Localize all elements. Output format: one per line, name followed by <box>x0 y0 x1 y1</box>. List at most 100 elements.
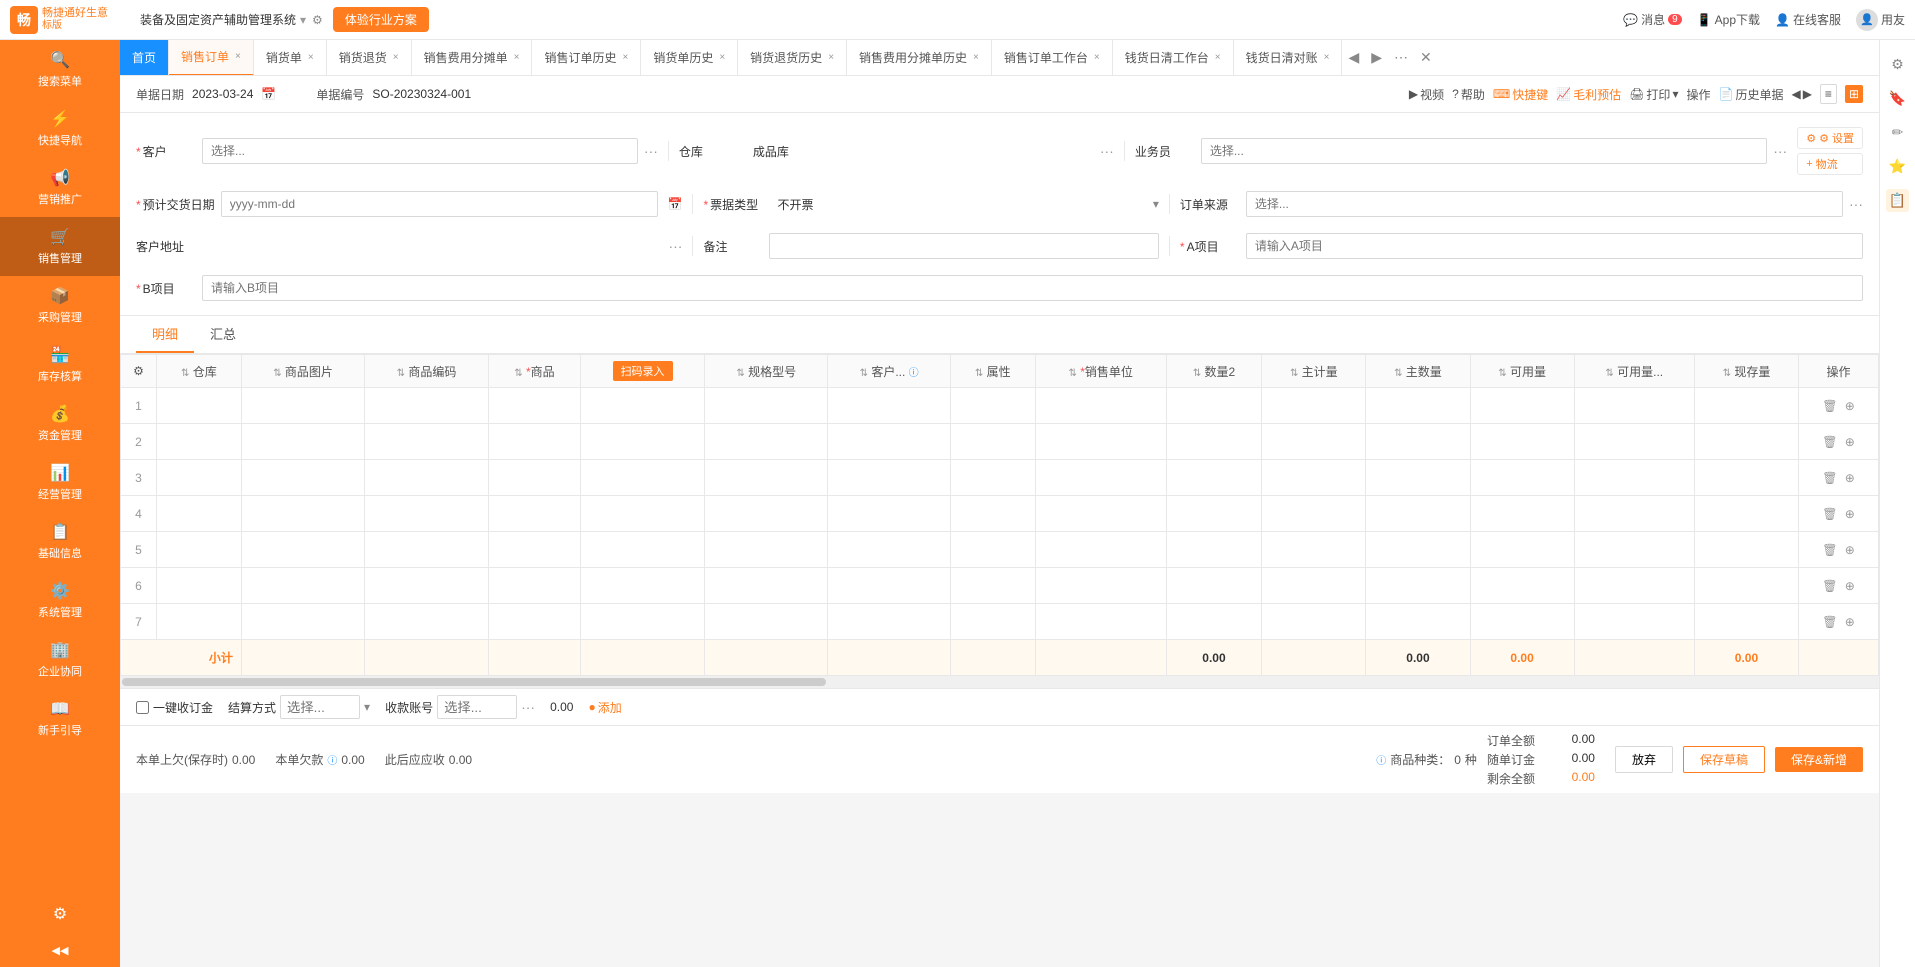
calendar-icon[interactable]: 📅 <box>261 87 276 101</box>
row-3-copy-icon[interactable]: ⊕ <box>1845 471 1855 485</box>
tab-expense-split[interactable]: 销售费用分摊单 × <box>412 40 533 76</box>
tab-close-expense-split[interactable]: × <box>514 52 520 63</box>
address-more-btn[interactable]: ··· <box>668 238 682 254</box>
row-2-delete-icon[interactable]: 🗑 <box>1822 435 1837 449</box>
row-2-qty2[interactable] <box>1166 424 1262 460</box>
right-panel-btn-4[interactable]: ⭐ <box>1884 152 1912 180</box>
sidebar-item-sales[interactable]: 🛒 销售管理 <box>0 217 120 276</box>
discard-button[interactable]: 放弃 <box>1615 746 1673 773</box>
invoice-dropdown-icon[interactable]: ▾ <box>1153 197 1159 211</box>
tab-close-sales-refund[interactable]: × <box>393 52 399 63</box>
message-item[interactable]: 💬 消息 9 <box>1623 11 1682 28</box>
save-draft-button[interactable]: 保存草稿 <box>1683 746 1765 773</box>
tab-close-order-workbench[interactable]: × <box>1094 52 1100 63</box>
horizontal-scrollbar[interactable] <box>120 676 1879 688</box>
row-2-code[interactable] <box>365 424 488 460</box>
user-item[interactable]: 👤 用友 <box>1856 9 1905 31</box>
view-btn[interactable]: ▶ 视频 <box>1409 86 1444 103</box>
sidebar-item-inventory[interactable]: 🏪 库存核算 <box>0 335 120 394</box>
sidebar-item-guide[interactable]: 📖 新手引导 <box>0 689 120 748</box>
account-input[interactable] <box>437 695 517 719</box>
profit-btn[interactable]: 📈 毛利预估 <box>1556 86 1621 103</box>
tab-order-workbench[interactable]: 销售订单工作台 × <box>992 40 1113 76</box>
sidebar-collapse-btn[interactable]: ◀◀ <box>0 934 120 967</box>
order-source-input[interactable] <box>1246 191 1843 217</box>
tab-close-sales-return[interactable]: × <box>308 52 314 63</box>
print-btn[interactable]: 🖨 打印 ▾ <box>1629 86 1678 103</box>
row-1-sales-unit[interactable] <box>1035 388 1166 424</box>
row-1-customer-ref[interactable] <box>828 388 950 424</box>
right-panel-btn-1[interactable]: ⚙ <box>1884 50 1912 78</box>
tab-more-btn[interactable]: ⋯ <box>1388 49 1414 66</box>
scrollbar-thumb[interactable] <box>122 678 826 686</box>
row-2-copy-icon[interactable]: ⊕ <box>1845 435 1855 449</box>
system-dropdown[interactable]: ▾ <box>300 13 306 27</box>
sidebar-item-operation[interactable]: 📊 经营管理 <box>0 453 120 512</box>
settings-icon[interactable]: ⚙ <box>312 13 323 27</box>
settings-button[interactable]: ⚙ ⚙ 设置 <box>1797 127 1863 149</box>
prev-record-btn[interactable]: ◀ <box>1791 87 1800 101</box>
row-2-sales-unit[interactable] <box>1035 424 1166 460</box>
row-6-delete-icon[interactable]: 🗑 <box>1822 579 1837 593</box>
row-1-product[interactable] <box>488 388 580 424</box>
row-3-delete-icon[interactable]: 🗑 <box>1822 471 1837 485</box>
save-new-button[interactable]: 保存&新增 <box>1775 747 1863 772</box>
right-panel-btn-3[interactable]: ✏ <box>1884 118 1912 146</box>
tab-sales-order[interactable]: 销售订单 × <box>169 40 254 76</box>
row-2-attribute[interactable] <box>950 424 1035 460</box>
sidebar-item-finance[interactable]: 💰 资金管理 <box>0 394 120 453</box>
tab-summary[interactable]: 汇总 <box>194 316 252 353</box>
row-1-qty2[interactable] <box>1166 388 1262 424</box>
row-6-copy-icon[interactable]: ⊕ <box>1845 579 1855 593</box>
tab-detail[interactable]: 明细 <box>136 316 194 353</box>
online-service-item[interactable]: 👤 在线客服 <box>1775 11 1841 28</box>
one-click-label[interactable]: 一键收订金 <box>136 699 213 716</box>
tab-close-return-history[interactable]: × <box>719 52 725 63</box>
right-panel-btn-5[interactable]: 📋 <box>1884 186 1912 214</box>
row-1-delete-icon[interactable]: 🗑 <box>1822 399 1837 413</box>
b-project-input[interactable] <box>202 275 1863 301</box>
date-picker-icon[interactable]: 📅 <box>668 197 683 211</box>
col-setting[interactable]: ⚙ <box>121 355 157 388</box>
scan-button[interactable]: 扫码录入 <box>613 361 673 381</box>
tab-next-btn[interactable]: ▶ <box>1365 49 1388 66</box>
tab-cash-reconcile[interactable]: 钱货日清对账 × <box>1234 40 1343 76</box>
salesperson-more-btn[interactable]: ··· <box>1773 143 1787 159</box>
row-2-warehouse[interactable] <box>157 424 242 460</box>
help-btn[interactable]: ? 帮助 <box>1452 86 1485 103</box>
sidebar-item-purchase[interactable]: 📦 采购管理 <box>0 276 120 335</box>
row-2-spec[interactable] <box>705 424 828 460</box>
right-panel-btn-2[interactable]: 🔖 <box>1884 84 1912 112</box>
tab-sales-return[interactable]: 销货单 × <box>254 40 327 76</box>
row-4-copy-icon[interactable]: ⊕ <box>1845 507 1855 521</box>
row-5-copy-icon[interactable]: ⊕ <box>1845 543 1855 557</box>
tab-close-sales-order[interactable]: × <box>235 51 241 62</box>
row-4-delete-icon[interactable]: 🗑 <box>1822 507 1837 521</box>
sidebar-bottom-settings[interactable]: ⚙ <box>0 894 120 934</box>
tab-close-expense-history[interactable]: × <box>973 52 979 63</box>
tab-close-cash-workbench[interactable]: × <box>1215 52 1221 63</box>
col-setting-icon[interactable]: ⚙ <box>133 364 144 378</box>
customer-input[interactable] <box>202 138 638 164</box>
a-project-input[interactable] <box>1246 233 1863 259</box>
row-1-code[interactable] <box>365 388 488 424</box>
app-download-item[interactable]: 📱 App下载 <box>1697 11 1760 28</box>
add-button[interactable]: ● 添加 <box>588 699 621 716</box>
tab-refund-history[interactable]: 销货退货历史 × <box>738 40 847 76</box>
print-dropdown[interactable]: ▾ <box>1672 87 1678 101</box>
settlement-dropdown[interactable]: ▾ <box>364 700 370 714</box>
sidebar-item-quick-nav[interactable]: ⚡ 快捷导航 <box>0 99 120 158</box>
tab-order-history[interactable]: 销售订单历史 × <box>532 40 641 76</box>
tab-close-order-history[interactable]: × <box>622 52 628 63</box>
row-1-warehouse[interactable] <box>157 388 242 424</box>
tab-return-history[interactable]: 销货单历史 × <box>641 40 738 76</box>
delivery-date-input[interactable] <box>221 191 658 217</box>
sidebar-item-enterprise[interactable]: 🏢 企业协同 <box>0 630 120 689</box>
settlement-input[interactable] <box>280 695 360 719</box>
sidebar-item-search[interactable]: 🔍 搜索菜单 <box>0 40 120 99</box>
row-1-attribute[interactable] <box>950 388 1035 424</box>
remark-input[interactable] <box>769 233 1158 259</box>
order-source-more-btn[interactable]: ··· <box>1849 196 1863 212</box>
tab-close-cash-reconcile[interactable]: × <box>1324 52 1330 63</box>
row-1-copy-icon[interactable]: ⊕ <box>1845 399 1855 413</box>
